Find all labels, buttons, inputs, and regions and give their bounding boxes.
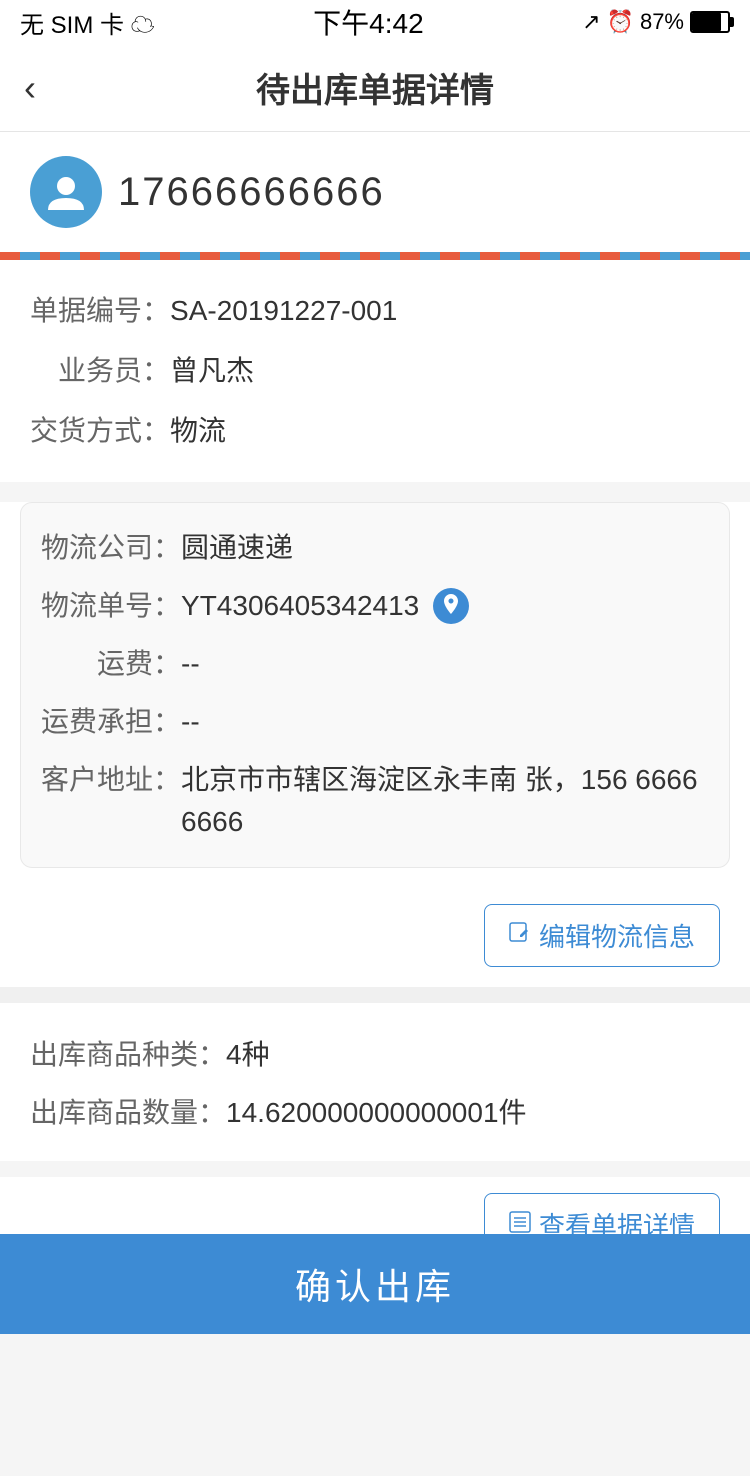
freight-value: -- — [181, 643, 709, 685]
user-avatar-icon — [44, 170, 88, 214]
edit-icon — [509, 920, 531, 951]
location-pin-icon — [441, 594, 461, 618]
battery-text: 87% — [640, 9, 684, 35]
goods-types-value: 4种 — [226, 1033, 720, 1073]
edit-btn-row: 编辑物流信息 — [0, 888, 750, 987]
document-number-row: 单据编号： SA-20191227-001 — [30, 290, 720, 332]
tracking-number-label: 物流单号： — [41, 585, 181, 627]
status-left: 无 SIM 卡 ☁ — [20, 5, 155, 40]
delivery-label: 交货方式： — [30, 410, 170, 452]
user-phone: 17666666666 — [118, 170, 385, 215]
delivery-value: 物流 — [170, 410, 720, 452]
goods-types-row: 出库商品种类： 4种 — [30, 1033, 720, 1073]
edit-logistics-button[interactable]: 编辑物流信息 — [484, 904, 720, 967]
location-icon: ↗ — [582, 9, 600, 35]
freight-bear-label: 运费承担： — [41, 701, 181, 743]
status-right: ↗ ⏰ 87% — [582, 9, 730, 35]
address-row: 客户地址： 北京市市辖区海淀区永丰南 张，156 6666 6666 — [41, 759, 709, 843]
address-label: 客户地址： — [41, 759, 181, 801]
goods-quantity-label: 出库商品数量： — [30, 1091, 226, 1131]
confirm-bottom-bar[interactable]: 确认出库 — [0, 1234, 750, 1334]
logistics-company-value: 圆通速递 — [181, 527, 709, 569]
tracking-number-row: 物流单号： YT43064053424​13 — [41, 585, 709, 627]
avatar — [30, 156, 102, 228]
salesman-value: 曾凡杰 — [170, 350, 720, 392]
no-sim-text: 无 SIM 卡 ☁ — [20, 5, 155, 40]
logistics-card: 物流公司： 圆通速递 物流单号： YT43064053424​13 运费： --… — [20, 502, 730, 868]
status-time: 下午4:42 — [313, 2, 424, 42]
battery-icon — [690, 11, 730, 33]
goods-section: 出库商品种类： 4种 出库商品数量： 14.620000000000001件 — [0, 1003, 750, 1161]
goods-quantity-row: 出库商品数量： 14.620000000000001件 — [30, 1091, 720, 1131]
alarm-icon: ⏰ — [607, 9, 634, 35]
dashed-divider — [0, 252, 750, 260]
back-button[interactable]: ‹ — [24, 67, 36, 109]
document-number-value: SA-20191227-001 — [170, 290, 720, 332]
tracking-pin-button[interactable] — [433, 588, 469, 624]
nav-bar: ‹ 待出库单据详情 — [0, 44, 750, 132]
section-divider — [0, 987, 750, 1003]
logistics-company-label: 物流公司： — [41, 527, 181, 569]
goods-types-label: 出库商品种类： — [30, 1033, 226, 1073]
status-bar: 无 SIM 卡 ☁ 下午4:42 ↗ ⏰ 87% — [0, 0, 750, 44]
user-header: 17666666666 — [0, 132, 750, 252]
freight-bear-row: 运费承担： -- — [41, 701, 709, 743]
basic-info-section: 单据编号： SA-20191227-001 业务员： 曾凡杰 交货方式： 物流 — [0, 260, 750, 482]
edit-btn-label: 编辑物流信息 — [539, 917, 695, 954]
salesman-row: 业务员： 曾凡杰 — [30, 350, 720, 392]
document-number-label: 单据编号： — [30, 290, 170, 332]
address-value: 北京市市辖区海淀区永丰南 张，156 6666 6666 — [181, 759, 709, 843]
goods-quantity-value: 14.620000000000001件 — [226, 1091, 720, 1131]
page-title: 待出库单据详情 — [256, 63, 494, 112]
freight-label: 运费： — [41, 643, 181, 685]
freight-bear-value: -- — [181, 701, 709, 743]
freight-row: 运费： -- — [41, 643, 709, 685]
logistics-company-row: 物流公司： 圆通速递 — [41, 527, 709, 569]
salesman-label: 业务员： — [30, 350, 170, 392]
tracking-number-value: YT43064053424​13 — [181, 585, 709, 627]
confirm-btn-label: 确认出库 — [295, 1258, 455, 1310]
delivery-row: 交货方式： 物流 — [30, 410, 720, 452]
